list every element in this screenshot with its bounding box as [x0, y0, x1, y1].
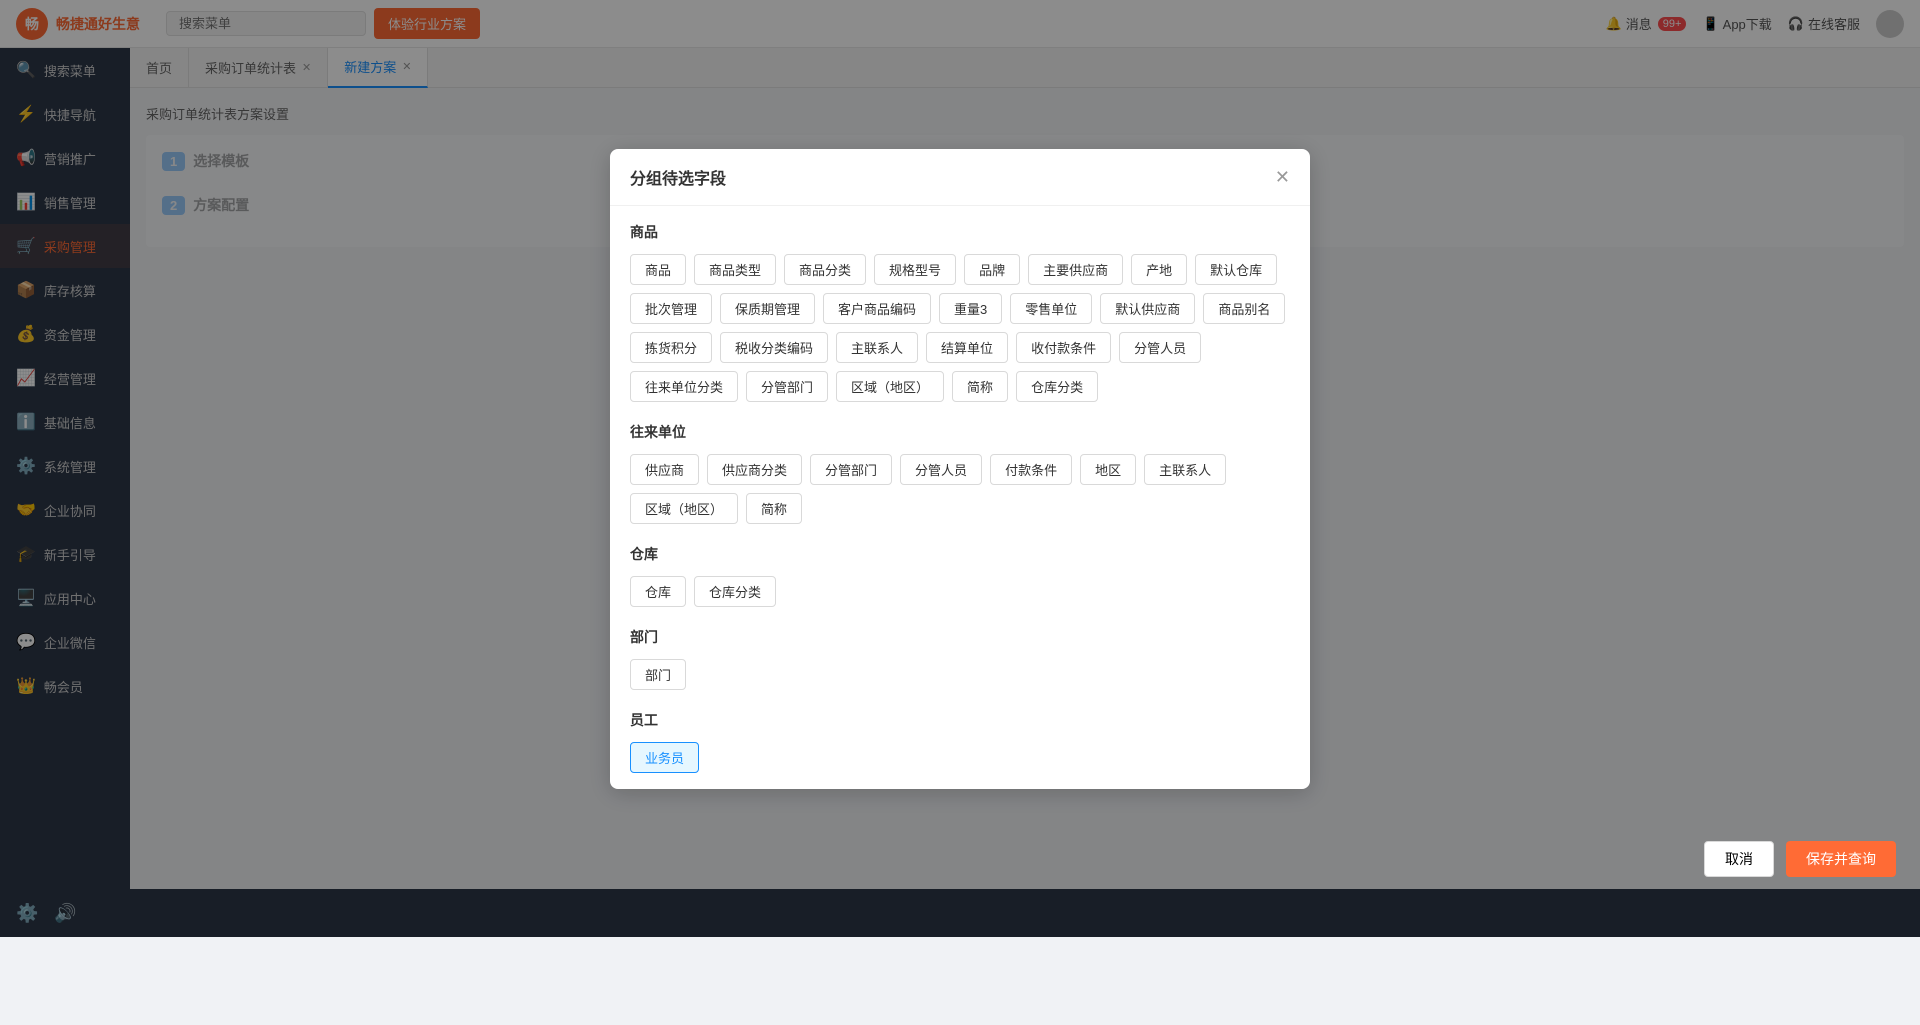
modal-header: 分组待选字段 ✕	[610, 149, 1310, 206]
field-tag-goods-category[interactable]: 商品分类	[784, 254, 866, 285]
field-tag-settlement-unit[interactable]: 结算单位	[926, 332, 1008, 363]
modal-title: 分组待选字段	[630, 165, 726, 189]
field-tag-goods[interactable]: 商品	[630, 254, 686, 285]
field-tag-goods-type[interactable]: 商品类型	[694, 254, 776, 285]
modal-overlay: 分组待选字段 ✕ 商品 商品 商品类型 商品分类 规格型号 品牌 主要供应商 产…	[0, 0, 1920, 937]
section-dept: 部门 部门	[630, 627, 1290, 690]
field-tag-customer-code[interactable]: 客户商品编码	[823, 293, 931, 324]
field-tag-goods-alias[interactable]: 商品别名	[1203, 293, 1285, 324]
field-tag-payment-terms[interactable]: 收付款条件	[1016, 332, 1111, 363]
field-tag-region2[interactable]: 区域（地区）	[630, 493, 738, 524]
field-tag-supervisor[interactable]: 分管人员	[1119, 332, 1201, 363]
section-warehouse: 仓库 仓库 仓库分类	[630, 544, 1290, 607]
section-goods-tags: 商品 商品类型 商品分类 规格型号 品牌 主要供应商 产地 默认仓库 批次管理 …	[630, 254, 1290, 402]
field-tag-pick-score[interactable]: 拣货积分	[630, 332, 712, 363]
section-employee-tags: 业务员	[630, 742, 1290, 773]
section-warehouse-title: 仓库	[630, 544, 1290, 564]
section-employee-title: 员工	[630, 710, 1290, 730]
field-tag-partner-supervisor[interactable]: 分管人员	[900, 454, 982, 485]
field-tag-supplier-category[interactable]: 供应商分类	[707, 454, 802, 485]
section-partner-title: 往来单位	[630, 422, 1290, 442]
field-tag-weight[interactable]: 重量3	[939, 293, 1002, 324]
field-tag-retail-unit[interactable]: 零售单位	[1010, 293, 1092, 324]
field-tag-partner-dept[interactable]: 分管部门	[810, 454, 892, 485]
field-tag-tax-code[interactable]: 税收分类编码	[720, 332, 828, 363]
field-tag-partner-category[interactable]: 往来单位分类	[630, 371, 738, 402]
section-goods-title: 商品	[630, 222, 1290, 242]
field-tag-brand[interactable]: 品牌	[964, 254, 1020, 285]
field-tag-region[interactable]: 区域（地区）	[836, 371, 944, 402]
save-query-button[interactable]: 保存并查询	[1786, 841, 1896, 877]
modal-body[interactable]: 商品 商品 商品类型 商品分类 规格型号 品牌 主要供应商 产地 默认仓库 批次…	[610, 206, 1310, 789]
section-dept-title: 部门	[630, 627, 1290, 647]
field-tag-origin[interactable]: 产地	[1131, 254, 1187, 285]
field-tag-department[interactable]: 部门	[630, 659, 686, 690]
field-tag-default-supplier[interactable]: 默认供应商	[1100, 293, 1195, 324]
field-tag-supplier[interactable]: 供应商	[630, 454, 699, 485]
cancel-button[interactable]: 取消	[1704, 841, 1774, 877]
modal-dialog: 分组待选字段 ✕ 商品 商品 商品类型 商品分类 规格型号 品牌 主要供应商 产…	[610, 149, 1310, 789]
section-warehouse-tags: 仓库 仓库分类	[630, 576, 1290, 607]
field-tag-warehouse[interactable]: 仓库	[630, 576, 686, 607]
field-tag-warehouse-category[interactable]: 仓库分类	[1016, 371, 1098, 402]
field-tag-salesperson[interactable]: 业务员	[630, 742, 699, 773]
field-tag-dept[interactable]: 分管部门	[746, 371, 828, 402]
section-dept-tags: 部门	[630, 659, 1290, 690]
field-tag-batch-mgmt[interactable]: 批次管理	[630, 293, 712, 324]
field-tag-main-contact2[interactable]: 主联系人	[1144, 454, 1226, 485]
section-goods: 商品 商品 商品类型 商品分类 规格型号 品牌 主要供应商 产地 默认仓库 批次…	[630, 222, 1290, 402]
section-employee: 员工 业务员	[630, 710, 1290, 773]
modal-close-button[interactable]: ✕	[1275, 168, 1290, 186]
field-tag-expiry-mgmt[interactable]: 保质期管理	[720, 293, 815, 324]
field-tag-payment-cond[interactable]: 付款条件	[990, 454, 1072, 485]
section-partner: 往来单位 供应商 供应商分类 分管部门 分管人员 付款条件 地区 主联系人 区域…	[630, 422, 1290, 524]
field-tag-area[interactable]: 地区	[1080, 454, 1136, 485]
field-tag-default-warehouse[interactable]: 默认仓库	[1195, 254, 1277, 285]
field-tag-main-supplier[interactable]: 主要供应商	[1028, 254, 1123, 285]
section-partner-tags: 供应商 供应商分类 分管部门 分管人员 付款条件 地区 主联系人 区域（地区） …	[630, 454, 1290, 524]
field-tag-main-contact[interactable]: 主联系人	[836, 332, 918, 363]
field-tag-abbr[interactable]: 简称	[952, 371, 1008, 402]
field-tag-warehouse-cat[interactable]: 仓库分类	[694, 576, 776, 607]
field-tag-abbr2[interactable]: 简称	[746, 493, 802, 524]
field-tag-spec-model[interactable]: 规格型号	[874, 254, 956, 285]
